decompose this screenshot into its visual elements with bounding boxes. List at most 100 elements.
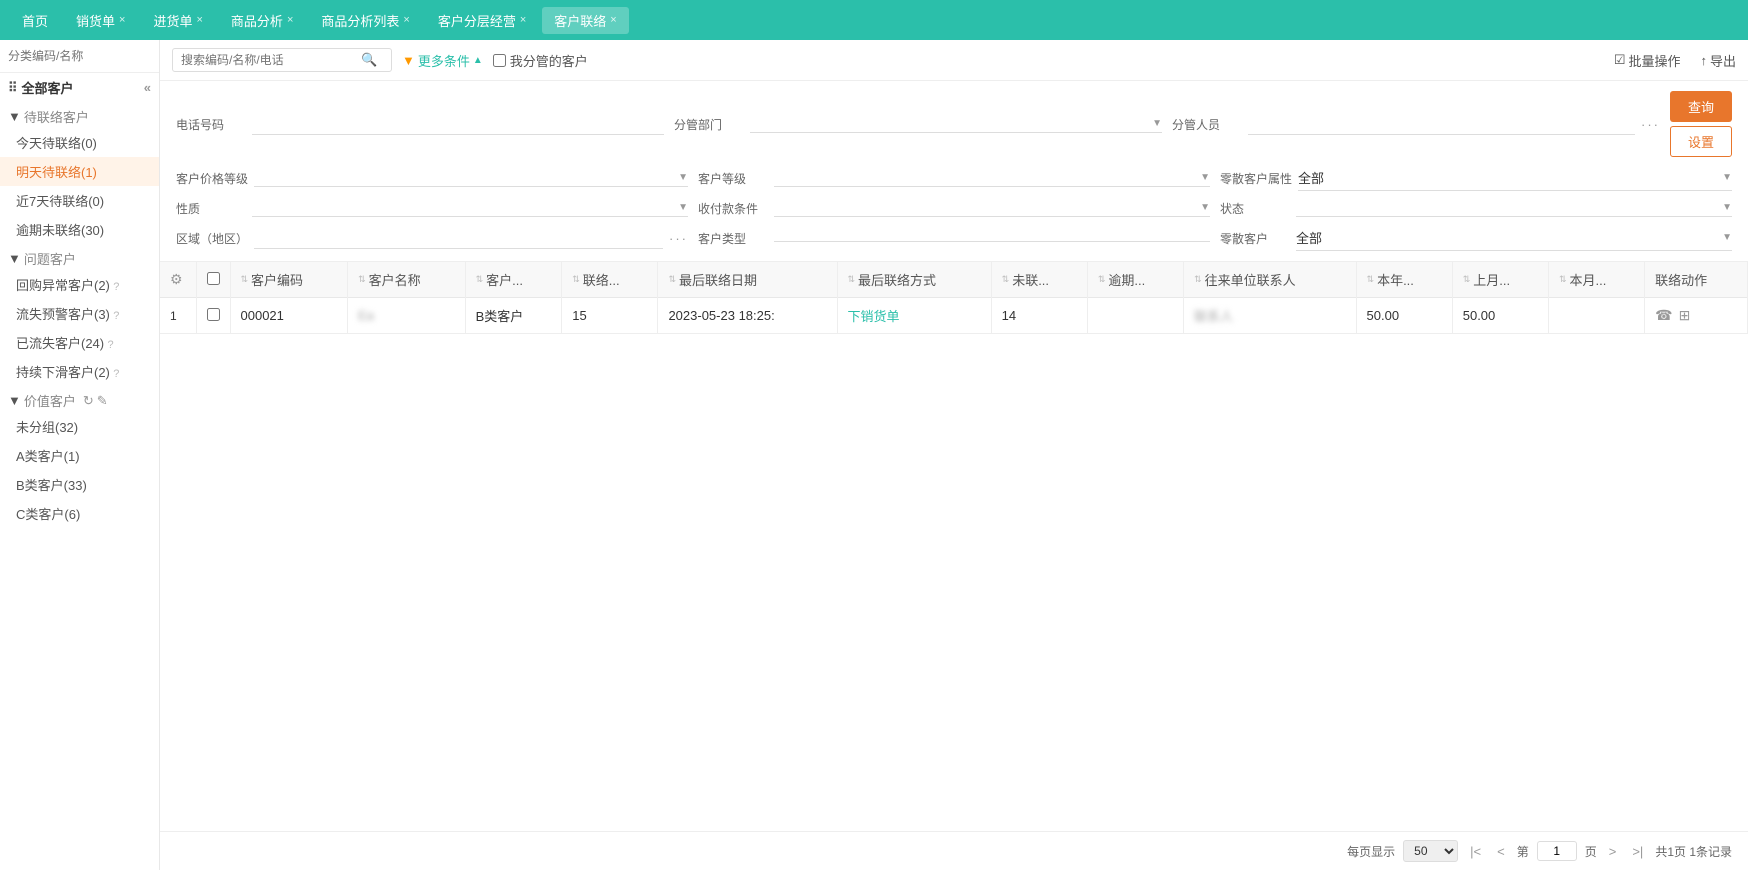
area-input[interactable] [254, 228, 663, 249]
column-settings-icon[interactable]: ⚙ [170, 271, 183, 288]
status-select[interactable]: ▼ [1296, 199, 1732, 217]
sidebar-group-pending: ▼ 待联络客户 [0, 102, 159, 128]
sidebar-item-declining[interactable]: 持续下滑客户(2) ? [0, 357, 159, 386]
person-input[interactable] [1248, 114, 1635, 135]
row-select-checkbox[interactable] [207, 308, 220, 321]
sidebar-search-input[interactable] [8, 49, 160, 63]
batch-op-btn[interactable]: ☑ 批量操作 [1614, 51, 1681, 70]
sort-icon: ⇅ [572, 274, 580, 285]
close-icon[interactable]: × [119, 14, 125, 26]
my-customers-checkbox[interactable] [493, 54, 506, 67]
action-btns: 查询 设置 [1670, 91, 1732, 157]
dept-select[interactable]: ▼ [750, 115, 1162, 133]
more-icon[interactable]: ··· [669, 231, 688, 246]
filter-row-3: 性质 ▼ 收付款条件 ▼ 状态 [176, 199, 1732, 217]
close-icon[interactable]: × [520, 14, 526, 26]
sidebar-item-tier-b[interactable]: B类客户(33) [0, 470, 159, 499]
sort-icon: ⇅ [668, 274, 676, 285]
filter-panel: 电话号码 分管部门 ▼ 分管人员 ··· 查询 设置 [160, 81, 1748, 262]
nav-home[interactable]: 首页 [10, 7, 60, 34]
page-size-select[interactable]: 50 100 200 [1403, 840, 1458, 862]
th-this-month: ⇅ 本月... [1548, 262, 1644, 298]
query-button[interactable]: 查询 [1670, 91, 1732, 122]
gender-select[interactable]: ▼ [252, 199, 688, 217]
close-icon[interactable]: × [403, 14, 409, 26]
filter-status: 状态 ▼ [1220, 199, 1732, 217]
th-customer-type: ⇅ 客户... [465, 262, 562, 298]
filter-payment: 收付款条件 ▼ [698, 199, 1210, 217]
more-conditions-btn[interactable]: ▼ 更多条件 ▲ [402, 51, 483, 70]
sidebar-item-tier-a[interactable]: A类客户(1) [0, 441, 159, 470]
row-this-month [1548, 298, 1644, 334]
row-last-month: 50.00 [1452, 298, 1548, 334]
row-last-contact-method: 下销货单 [837, 298, 991, 334]
nav-purchase-order[interactable]: 进货单 × [141, 7, 214, 34]
payment-select[interactable]: ▼ [774, 199, 1210, 217]
more-action-icon[interactable]: ⊞ [1679, 307, 1691, 324]
sidebar-item-churn-warning[interactable]: 流失预警客户(3) ? [0, 299, 159, 328]
search-input[interactable] [181, 53, 361, 67]
th-code: ⇅ 客户编码 [230, 262, 348, 298]
chevron-down-icon: ▼ [1722, 172, 1732, 183]
next-page-btn[interactable]: > [1605, 842, 1621, 861]
sidebar-item-abnormal-repurchase[interactable]: 回购异常客户(2) ? [0, 270, 159, 299]
main-content: 🔍 ▼ 更多条件 ▲ 我分管的客户 ☑ 批量操作 ↑ 导出 [160, 40, 1748, 870]
chevron-down-icon: ▼ [1722, 232, 1732, 243]
sidebar: 🔍 ⠿ 全部客户 « ▼ 待联络客户 今天待联络(0) 明天待联络(1) 近7天… [0, 40, 160, 870]
sidebar-item-week-pending[interactable]: 近7天待联络(0) [0, 186, 159, 215]
more-icon[interactable]: ··· [1641, 117, 1660, 132]
nav-sales-order[interactable]: 销货单 × [64, 7, 137, 34]
nav-customer-contact[interactable]: 客户联络 × [542, 7, 628, 34]
retail-attr-select[interactable]: 全部 ▼ [1298, 165, 1732, 191]
sort-icon: ⇅ [1098, 274, 1106, 285]
filter-customer-level: 客户等级 ▼ [698, 169, 1210, 187]
page-number-input[interactable] [1537, 841, 1577, 861]
chevron-down-icon: ▼ [1152, 118, 1162, 129]
settings-button[interactable]: 设置 [1670, 126, 1732, 157]
phone-input[interactable] [252, 114, 664, 135]
nav-product-analysis[interactable]: 商品分析 × [219, 7, 305, 34]
customer-type-select[interactable] [774, 235, 1210, 242]
customer-level-select[interactable]: ▼ [774, 169, 1210, 187]
sidebar-item-churned[interactable]: 已流失客户(24) ? [0, 328, 159, 357]
th-checkbox [196, 262, 230, 298]
contact-method-link[interactable]: 下销货单 [848, 309, 900, 324]
th-actions: 联络动作 [1645, 262, 1748, 298]
sidebar-item-ungrouped[interactable]: 未分组(32) [0, 412, 159, 441]
prev-page-btn[interactable]: < [1493, 842, 1509, 861]
triangle-icon: ▼ [8, 109, 21, 124]
close-icon[interactable]: × [196, 14, 202, 26]
chevron-down-icon: ▼ [678, 172, 688, 183]
nav-customer-tier[interactable]: 客户分层经营 × [426, 7, 538, 34]
select-all-checkbox[interactable] [207, 272, 220, 285]
close-icon[interactable]: × [610, 14, 616, 26]
search-icon[interactable]: 🔍 [361, 52, 377, 68]
chevron-down-icon: ▼ [1722, 202, 1732, 213]
sidebar-all-customers[interactable]: ⠿ 全部客户 « [0, 73, 159, 102]
sidebar-item-tomorrow-pending[interactable]: 明天待联络(1) [0, 157, 159, 186]
top-navigation: 首页 销货单 × 进货单 × 商品分析 × 商品分析列表 × 客户分层经营 × … [0, 0, 1748, 40]
price-level-select[interactable]: ▼ [254, 169, 688, 187]
sidebar-item-today-pending[interactable]: 今天待联络(0) [0, 128, 159, 157]
last-page-btn[interactable]: >| [1628, 842, 1647, 861]
chevron-down-icon: ▼ [1200, 172, 1210, 183]
first-page-btn[interactable]: |< [1466, 842, 1485, 861]
row-this-year: 50.00 [1356, 298, 1452, 334]
row-overdue [1087, 298, 1183, 334]
filter-retail-attr: 零散客户属性 全部 ▼ [1220, 165, 1732, 191]
row-uncontacted: 14 [991, 298, 1087, 334]
my-customers-checkbox-wrap[interactable]: 我分管的客户 [493, 51, 588, 70]
nav-product-analysis-list[interactable]: 商品分析列表 × [309, 7, 421, 34]
sidebar-item-tier-c[interactable]: C类客户(6) [0, 499, 159, 528]
contact-action-icon[interactable]: ☎ [1655, 307, 1672, 324]
sidebar-item-overdue[interactable]: 逾期未联络(30) [0, 215, 159, 244]
export-btn[interactable]: ↑ 导出 [1700, 51, 1736, 70]
customer-table: ⚙ ⇅ 客户编码 ⇅ [160, 262, 1748, 334]
th-name: ⇅ 客户名称 [348, 262, 466, 298]
retail-customer-select[interactable]: 全部 ▼ [1296, 225, 1732, 251]
close-icon[interactable]: × [287, 14, 293, 26]
row-customer-type: B类客户 [465, 298, 562, 334]
search-bar: 🔍 ▼ 更多条件 ▲ 我分管的客户 ☑ 批量操作 ↑ 导出 [160, 40, 1748, 81]
th-contact-person: ⇅ 往来单位联系人 [1184, 262, 1356, 298]
sort-icon: ⇅ [358, 274, 366, 285]
